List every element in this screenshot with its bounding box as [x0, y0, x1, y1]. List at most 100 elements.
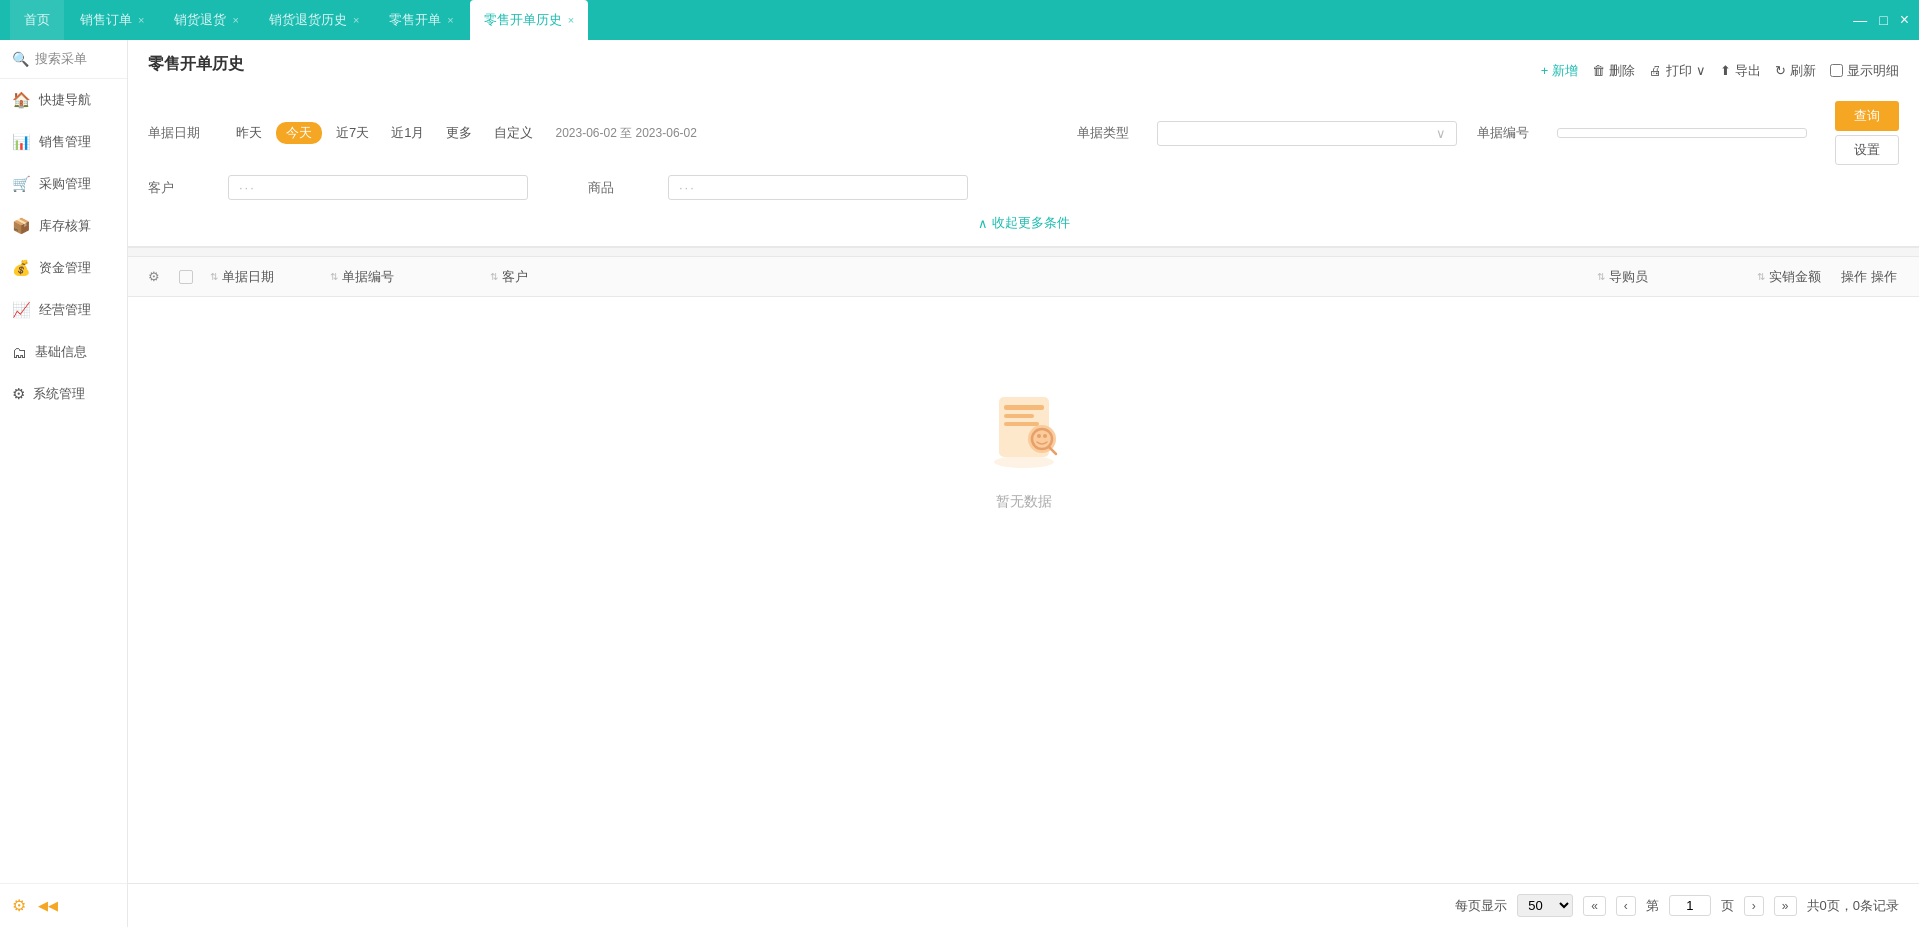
- customer-input[interactable]: ···: [228, 175, 528, 200]
- empty-state: 暂无数据: [128, 297, 1919, 591]
- operations-label: 经营管理: [39, 301, 91, 319]
- nav-tabs: 首页 销售订单 × 销货退货 × 销货退货历史 × 零售开单 × 零售开单历史 …: [10, 0, 1853, 40]
- print-button[interactable]: 🖨 打印 ∨: [1649, 62, 1706, 80]
- close-retail-open[interactable]: ×: [447, 14, 453, 26]
- sales-return-label: 销货退货: [174, 11, 226, 29]
- export-button[interactable]: ⬆ 导出: [1720, 62, 1761, 80]
- basic-info-icon: 🗂: [12, 344, 27, 361]
- system-icon: ⚙: [12, 385, 25, 403]
- sidebar-item-quick-nav[interactable]: 🏠 快捷导航: [0, 79, 127, 121]
- date-opt-1month[interactable]: 近1月: [383, 122, 432, 144]
- date-opt-more[interactable]: 更多: [438, 122, 480, 144]
- tab-sales-return[interactable]: 销货退货 ×: [160, 0, 252, 40]
- page-label: 第: [1646, 897, 1659, 915]
- search-label: 搜索采单: [35, 50, 87, 68]
- sort-guide-icon[interactable]: ⇅: [1597, 271, 1605, 282]
- search-icon: 🔍: [12, 51, 29, 67]
- restore-btn[interactable]: □: [1879, 12, 1887, 28]
- settings-bottom-icon[interactable]: ⚙: [12, 896, 26, 915]
- page-header-section: 零售开单历史 + 新增 🗑 🗑 删除 删除 🖨 打印 ∨ ⬆: [128, 40, 1919, 248]
- sales-mgmt-icon: 📊: [12, 133, 31, 151]
- last-page-btn[interactable]: »: [1774, 896, 1797, 916]
- basic-info-label: 基础信息: [35, 343, 87, 361]
- prev-page-btn[interactable]: ‹: [1616, 896, 1636, 916]
- settings-button[interactable]: 设置: [1835, 135, 1899, 165]
- inventory-label: 库存核算: [39, 217, 91, 235]
- close-retail-open-history[interactable]: ×: [568, 14, 574, 26]
- system-label: 系统管理: [33, 385, 85, 403]
- date-label: 单据日期: [148, 124, 208, 142]
- num-input[interactable]: [1557, 128, 1807, 138]
- collapse-sidebar-icon[interactable]: ◀◀: [38, 898, 58, 913]
- page-title: 零售开单历史: [148, 54, 244, 75]
- sales-mgmt-label: 销售管理: [39, 133, 91, 151]
- sidebar-item-sales-mgmt[interactable]: 📊 销售管理: [0, 121, 127, 163]
- tab-sales-order[interactable]: 销售订单 ×: [66, 0, 158, 40]
- finance-label: 资金管理: [39, 259, 91, 277]
- collapse-icon: ∧: [978, 216, 988, 231]
- goods-dots: ···: [679, 180, 696, 195]
- next-page-btn[interactable]: ›: [1744, 896, 1764, 916]
- empty-text: 暂无数据: [996, 493, 1052, 511]
- close-sales-order[interactable]: ×: [138, 14, 144, 26]
- print-icon: 🖨: [1649, 63, 1662, 78]
- sidebar-item-purchase-mgmt[interactable]: 🛒 采购管理: [0, 163, 127, 205]
- close-sales-return[interactable]: ×: [232, 14, 238, 26]
- display-toggle[interactable]: 显示明细: [1830, 62, 1899, 80]
- sort-customer-icon[interactable]: ⇅: [490, 271, 498, 282]
- sidebar-item-inventory[interactable]: 📦 库存核算: [0, 205, 127, 247]
- filter-row-1: 单据日期 昨天 今天 近7天 近1月 更多 自定义 2023-06-02 至 2…: [148, 101, 1899, 165]
- per-page-select[interactable]: 50 20 100: [1517, 894, 1573, 917]
- sidebar: 🔍 搜索采单 🏠 快捷导航 📊 销售管理 🛒 采购管理 📦 库存核算 💰 资金管…: [0, 40, 128, 927]
- sidebar-item-operations[interactable]: 📈 经营管理: [0, 289, 127, 331]
- goods-input[interactable]: ···: [668, 175, 968, 200]
- header-top-row: 零售开单历史 + 新增 🗑 🗑 删除 删除 🖨 打印 ∨ ⬆: [128, 40, 1919, 87]
- sort-amount-icon[interactable]: ⇅: [1757, 271, 1765, 282]
- th-customer: ⇅ 客户: [482, 268, 1589, 286]
- collapse-label: 收起更多条件: [992, 214, 1070, 232]
- page-input[interactable]: [1669, 895, 1711, 916]
- delete-icon: 🗑: [1592, 63, 1605, 78]
- sidebar-item-finance[interactable]: 💰 资金管理: [0, 247, 127, 289]
- purchase-mgmt-label: 采购管理: [39, 175, 91, 193]
- delete-button[interactable]: 🗑 🗑 删除 删除: [1592, 62, 1635, 80]
- collapse-button[interactable]: ∧ 收起更多条件: [978, 214, 1070, 232]
- finance-icon: 💰: [12, 259, 31, 277]
- sidebar-item-system[interactable]: ⚙ 系统管理: [0, 373, 127, 415]
- window-controls: — □ ×: [1853, 11, 1909, 29]
- sort-date-icon[interactable]: ⇅: [210, 271, 218, 282]
- date-opt-custom[interactable]: 自定义: [486, 122, 541, 144]
- th-settings[interactable]: ⚙: [138, 269, 170, 284]
- table-head: ⚙ ⇅ 单据日期 ⇅ 单据编号 ⇅ 客户 ⇅: [128, 257, 1919, 297]
- header-checkbox[interactable]: [179, 270, 193, 284]
- page-suffix: 页: [1721, 897, 1734, 915]
- date-opt-7days[interactable]: 近7天: [328, 122, 377, 144]
- tab-retail-open[interactable]: 零售开单 ×: [375, 0, 467, 40]
- close-btn[interactable]: ×: [1900, 11, 1909, 29]
- th-checkbox[interactable]: [170, 270, 202, 284]
- close-sales-return-history[interactable]: ×: [353, 14, 359, 26]
- svg-point-9: [1043, 434, 1047, 438]
- tab-sales-return-history[interactable]: 销货退货历史 ×: [255, 0, 373, 40]
- pagination-bar: 每页显示 50 20 100 « ‹ 第 页 › » 共0页，0条记录: [128, 883, 1919, 927]
- date-opt-today[interactable]: 今天: [276, 122, 322, 144]
- customer-dots: ···: [239, 180, 256, 195]
- sidebar-search[interactable]: 🔍 搜索采单: [0, 40, 127, 79]
- svg-rect-3: [1004, 414, 1034, 418]
- date-opt-yesterday[interactable]: 昨天: [228, 122, 270, 144]
- tab-retail-open-history[interactable]: 零售开单历史 ×: [470, 0, 588, 40]
- type-select[interactable]: ∨: [1157, 121, 1457, 146]
- sort-num-icon[interactable]: ⇅: [330, 271, 338, 282]
- display-checkbox[interactable]: [1830, 64, 1843, 77]
- svg-point-8: [1037, 434, 1041, 438]
- minimize-btn[interactable]: —: [1853, 12, 1867, 28]
- num-label: 单据编号: [1477, 124, 1537, 142]
- add-button[interactable]: + 新增: [1541, 62, 1578, 80]
- query-button[interactable]: 查询: [1835, 101, 1899, 131]
- sidebar-item-basic-info[interactable]: 🗂 基础信息: [0, 331, 127, 373]
- th-ops: 操作 操作: [1829, 268, 1909, 286]
- tab-home[interactable]: 首页: [10, 0, 64, 40]
- type-label: 单据类型: [1077, 124, 1137, 142]
- refresh-button[interactable]: ↻ 刷新: [1775, 62, 1816, 80]
- first-page-btn[interactable]: «: [1583, 896, 1606, 916]
